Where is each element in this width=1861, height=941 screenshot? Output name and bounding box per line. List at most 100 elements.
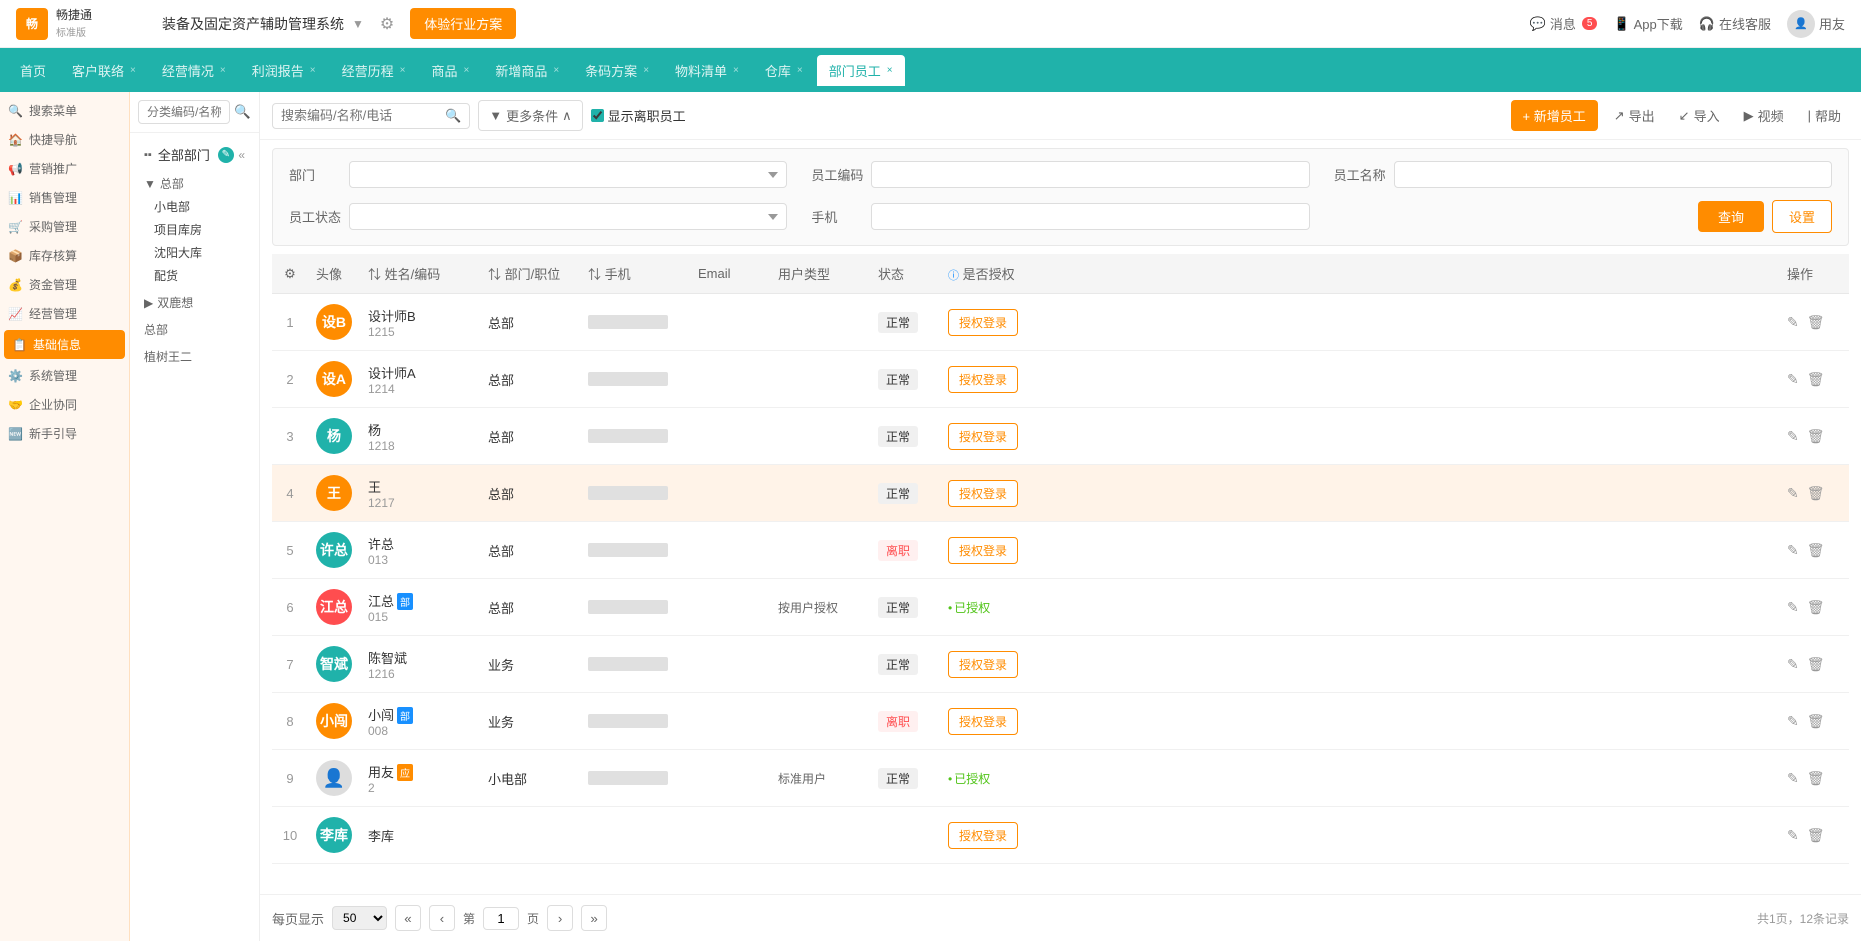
auth-login-button[interactable]: 授权登录 — [948, 366, 1018, 393]
tab-bom[interactable]: 物料清单 × — [663, 55, 751, 86]
delete-icon[interactable]: 🗑 — [1807, 314, 1825, 331]
add-employee-button[interactable]: + 新增员工 — [1511, 100, 1598, 131]
dropdown-arrow-icon[interactable]: ▼ — [352, 17, 364, 31]
emp-code-input[interactable] — [871, 161, 1309, 188]
edit-dept-icon[interactable]: ✎ — [218, 147, 234, 163]
phone-input[interactable] — [871, 203, 1309, 230]
tab-goods[interactable]: 商品 × — [419, 55, 481, 86]
auth-login-button[interactable]: 授权登录 — [948, 537, 1018, 564]
col-phone[interactable]: ⇅ 手机 — [580, 254, 690, 294]
import-button[interactable]: ↙ 导入 — [1671, 101, 1728, 130]
search-input[interactable] — [281, 108, 441, 123]
close-icon[interactable]: × — [553, 65, 559, 76]
help-button[interactable]: | 帮助 — [1800, 101, 1849, 130]
export-button[interactable]: ↗ 导出 — [1606, 101, 1663, 130]
view-button[interactable]: ▶ 视频 — [1736, 101, 1792, 130]
close-icon[interactable]: × — [310, 65, 316, 76]
close-icon[interactable]: × — [887, 65, 893, 76]
nav-quick-nav[interactable]: 🏠 快捷导航 — [0, 125, 129, 154]
delete-icon[interactable]: 🗑 — [1807, 656, 1825, 673]
dept-shuanglu-label[interactable]: ▶ 双鹿想 — [138, 291, 251, 314]
nav-finance[interactable]: 💰 资金管理 — [0, 270, 129, 299]
tab-warehouse[interactable]: 仓库 × — [753, 55, 815, 86]
last-page-btn[interactable]: » — [581, 905, 607, 931]
col-dept-pos[interactable]: ⇅ 部门/职位 — [480, 254, 580, 294]
auth-login-button[interactable]: 授权登录 — [948, 309, 1018, 336]
message-button[interactable]: 💬 消息 5 — [1530, 14, 1598, 33]
prev-page-btn[interactable]: ‹ — [429, 905, 455, 931]
close-icon[interactable]: × — [643, 65, 649, 76]
dept-item-dispatch[interactable]: 配货 — [138, 264, 251, 287]
nav-search[interactable]: 🔍 搜索菜单 — [0, 96, 129, 125]
nav-system[interactable]: ⚙️ 系统管理 — [0, 361, 129, 390]
tab-business[interactable]: 经营情况 × — [150, 55, 238, 86]
app-download-button[interactable]: 📱 App下载 — [1613, 14, 1682, 33]
close-icon[interactable]: × — [733, 65, 739, 76]
first-page-btn[interactable]: « — [395, 905, 421, 931]
nav-purchase[interactable]: 🛒 采购管理 — [0, 212, 129, 241]
sidebar-search-input[interactable] — [138, 100, 230, 124]
dept-item-xiaodian[interactable]: 小电部 — [138, 195, 251, 218]
col-settings[interactable]: ⚙ — [272, 254, 308, 294]
close-icon[interactable]: × — [220, 65, 226, 76]
delete-icon[interactable]: 🗑 — [1807, 713, 1825, 730]
nav-inventory[interactable]: 📦 库存核算 — [0, 241, 129, 270]
edit-icon[interactable]: ✎ — [1787, 314, 1799, 331]
auth-login-button[interactable]: 授权登录 — [948, 480, 1018, 507]
tab-customer[interactable]: 客户联络 × — [60, 55, 148, 86]
collapse-sidebar-btn[interactable]: « — [238, 148, 245, 162]
edit-icon[interactable]: ✎ — [1787, 770, 1799, 787]
show-resigned-checkbox[interactable]: 显示离职员工 — [591, 106, 686, 125]
dept-zongbu-label[interactable]: 总部 — [138, 318, 251, 341]
reset-button[interactable]: 设置 — [1772, 200, 1832, 233]
dept-filter-select[interactable] — [349, 161, 787, 188]
all-dept-item[interactable]: ▪▪ 全部部门 ✎ « — [138, 141, 251, 168]
tab-profit[interactable]: 利润报告 × — [240, 55, 328, 86]
nav-cooperation[interactable]: 🤝 企业协同 — [0, 390, 129, 419]
dept-item-shenyang[interactable]: 沈阳大库 — [138, 241, 251, 264]
edit-icon[interactable]: ✎ — [1787, 542, 1799, 559]
online-service-button[interactable]: 🎧 在线客服 — [1699, 14, 1771, 33]
emp-status-select[interactable] — [349, 203, 787, 230]
sidebar-search-button[interactable]: 🔍 — [234, 104, 251, 120]
emp-name-input[interactable] — [1394, 161, 1832, 188]
nav-basic-info[interactable]: 📋 基础信息 — [4, 330, 125, 359]
nav-marketing[interactable]: 📢 营销推广 — [0, 154, 129, 183]
delete-icon[interactable]: 🗑 — [1807, 428, 1825, 445]
delete-icon[interactable]: 🗑 — [1807, 485, 1825, 502]
nav-operation[interactable]: 📈 经营管理 — [0, 299, 129, 328]
col-name-code[interactable]: ⇅ 姓名/编码 — [360, 254, 480, 294]
close-icon[interactable]: × — [463, 65, 469, 76]
delete-icon[interactable]: 🗑 — [1807, 827, 1825, 844]
next-page-btn[interactable]: › — [547, 905, 573, 931]
edit-icon[interactable]: ✎ — [1787, 371, 1799, 388]
user-menu[interactable]: 👤 用友 — [1787, 10, 1845, 38]
delete-icon[interactable]: 🗑 — [1807, 770, 1825, 787]
close-icon[interactable]: × — [797, 65, 803, 76]
edit-icon[interactable]: ✎ — [1787, 713, 1799, 730]
edit-icon[interactable]: ✎ — [1787, 599, 1799, 616]
dept-plant-label[interactable]: 植树王二 — [138, 345, 251, 368]
close-icon[interactable]: × — [400, 65, 406, 76]
tab-employees[interactable]: 部门员工 × — [817, 55, 905, 86]
edit-icon[interactable]: ✎ — [1787, 485, 1799, 502]
dept-group-label[interactable]: ▼ 总部 — [138, 172, 251, 195]
query-button[interactable]: 查询 — [1698, 201, 1764, 232]
tab-journey[interactable]: 经营历程 × — [330, 55, 418, 86]
dept-item-project[interactable]: 项目库房 — [138, 218, 251, 241]
page-number-input[interactable] — [483, 907, 519, 930]
delete-icon[interactable]: 🗑 — [1807, 542, 1825, 559]
gear-icon[interactable]: ⚙ — [380, 14, 394, 34]
auth-login-button[interactable]: 授权登录 — [948, 822, 1018, 849]
edit-icon[interactable]: ✎ — [1787, 827, 1799, 844]
more-filter-button[interactable]: ▼ 更多条件 ∧ — [478, 100, 582, 131]
nav-guide[interactable]: 🆕 新手引导 — [0, 419, 129, 448]
edit-icon[interactable]: ✎ — [1787, 428, 1799, 445]
delete-icon[interactable]: 🗑 — [1807, 371, 1825, 388]
show-resigned-input[interactable] — [591, 109, 604, 122]
edit-icon[interactable]: ✎ — [1787, 656, 1799, 673]
tab-barcode[interactable]: 条码方案 × — [573, 55, 661, 86]
close-icon[interactable]: × — [130, 65, 136, 76]
tab-add-goods[interactable]: 新增商品 × — [483, 55, 571, 86]
trial-button[interactable]: 体验行业方案 — [410, 8, 516, 39]
